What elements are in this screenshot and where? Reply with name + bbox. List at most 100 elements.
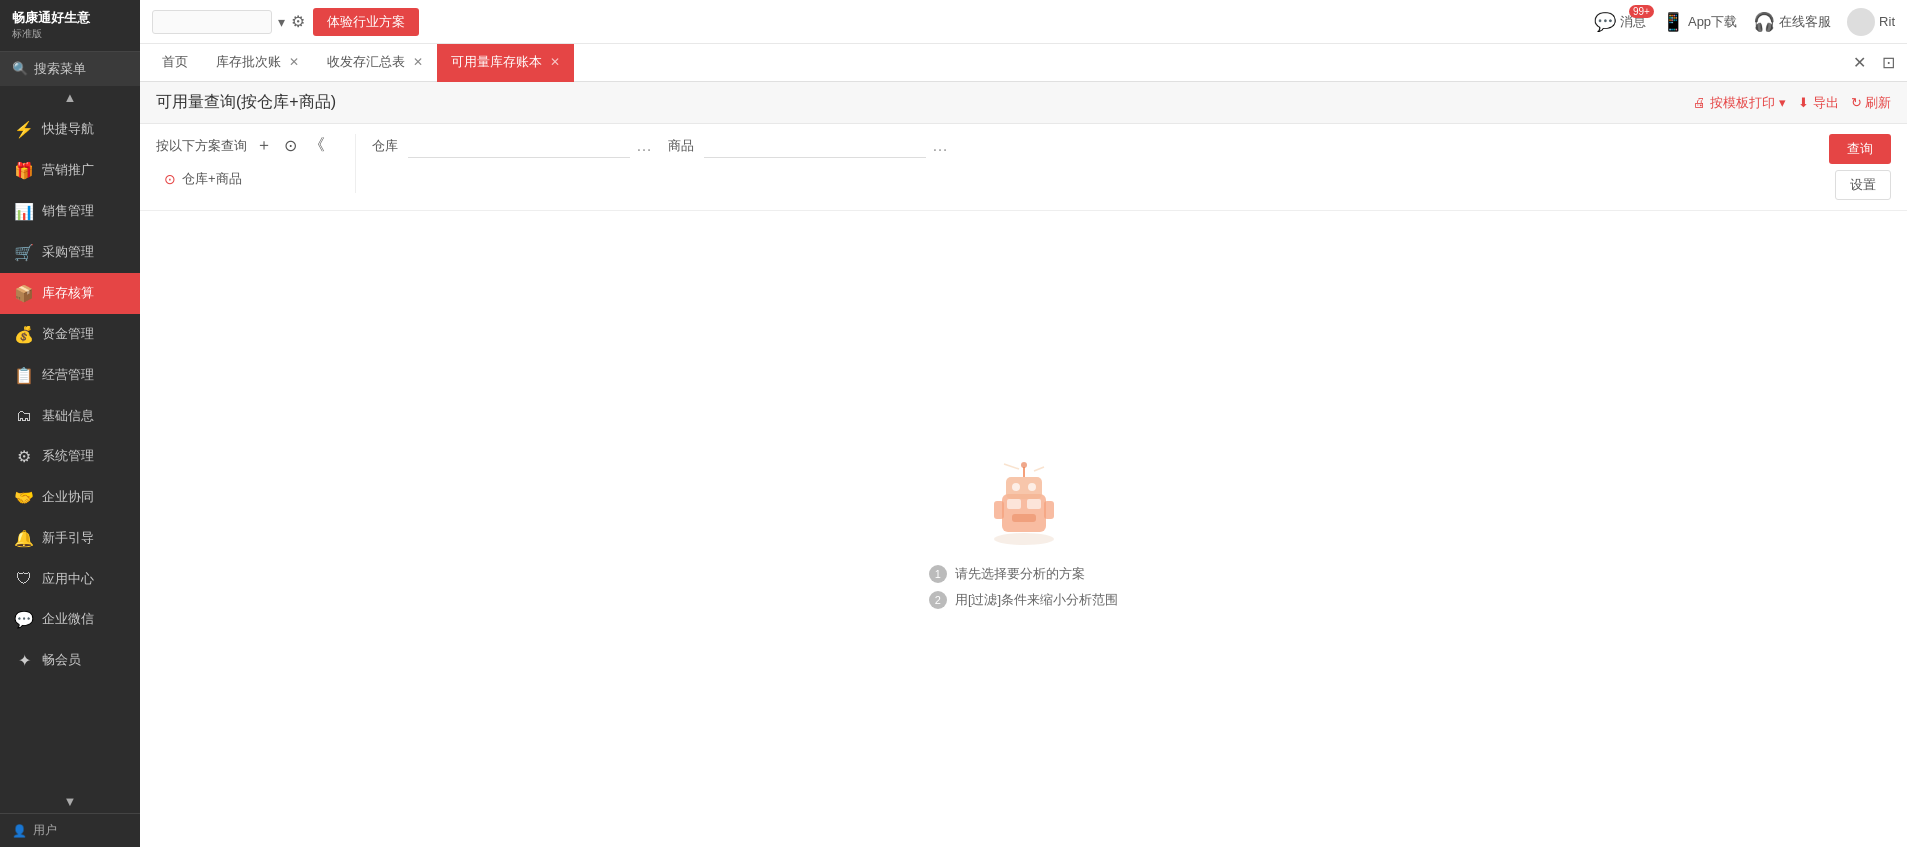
topbar-dropdown-btn[interactable] <box>278 14 285 30</box>
tabs-bar: 首页 库存批次账 ✕ 收发存汇总表 ✕ 可用量库存账本 ✕ ✕ ⊡ <box>140 44 1907 82</box>
sidebar-item-operation[interactable]: 📋 经营管理 <box>0 355 140 396</box>
tab-deposit-summary[interactable]: 收发存汇总表 ✕ <box>313 44 437 82</box>
sidebar-label-purchase: 采购管理 <box>42 243 94 261</box>
quick-nav-icon: ⚡ <box>14 120 34 139</box>
message-icon: 💬 <box>1594 11 1616 33</box>
sidebar-item-quick-nav[interactable]: ⚡ 快捷导航 <box>0 109 140 150</box>
sidebar-menu: ⚡ 快捷导航 🎁 营销推广 📊 销售管理 🛒 采购管理 📦 库存核算 💰 资金管… <box>0 109 140 790</box>
sidebar-item-inventory[interactable]: 📦 库存核算 <box>0 273 140 314</box>
sidebar-item-appcenter[interactable]: 🛡 应用中心 <box>0 559 140 599</box>
tab-deposit-summary-label: 收发存汇总表 <box>327 53 405 71</box>
arrow-up-icon <box>64 90 77 105</box>
sidebar-user[interactable]: 👤 用户 <box>0 813 140 847</box>
svg-line-12 <box>1004 464 1019 469</box>
warehouse-more-btn[interactable]: … <box>636 137 652 155</box>
sidebar-label-basic: 基础信息 <box>42 407 94 425</box>
empty-state: 1 请先选择要分析的方案 2 用[过滤]条件来缩小分析范围 <box>140 211 1907 847</box>
sidebar-item-cooperation[interactable]: 🤝 企业协同 <box>0 477 140 518</box>
sidebar-item-basic[interactable]: 🗂 基础信息 <box>0 396 140 436</box>
wechat-icon: 💬 <box>14 610 34 629</box>
tab-close-all-btn[interactable]: ✕ <box>1849 53 1870 72</box>
export-btn[interactable]: ⬇ 导出 <box>1798 94 1839 112</box>
user-avatar-icon: 👤 <box>12 824 27 838</box>
manage-scheme-btn[interactable]: ⊙ <box>281 135 300 156</box>
page-title: 可用量查询(按仓库+商品) <box>156 92 336 113</box>
print-icon: 🖨 <box>1693 95 1706 110</box>
filter-field-goods: 商品 … <box>668 134 948 158</box>
sidebar-username: 用户 <box>33 822 57 839</box>
trial-btn[interactable]: 体验行业方案 <box>313 8 419 36</box>
sidebar-label-guide: 新手引导 <box>42 529 94 547</box>
sidebar-scroll-down[interactable] <box>0 790 140 813</box>
add-scheme-btn[interactable]: ＋ <box>253 134 275 157</box>
system-icon: ⚙ <box>14 447 34 466</box>
svg-point-0 <box>994 533 1054 545</box>
empty-tip-2: 2 用[过滤]条件来缩小分析范围 <box>929 591 1118 609</box>
filter-scheme-panel: 按以下方案查询 ＋ ⊙ 《 ⊙ 仓库+商品 <box>156 134 356 193</box>
app-download-btn[interactable]: 📱 App下载 <box>1662 11 1737 33</box>
filter-goods-input[interactable] <box>704 134 926 158</box>
sidebar-item-sales[interactable]: 📊 销售管理 <box>0 191 140 232</box>
sidebar-label-sales: 销售管理 <box>42 202 94 220</box>
topbar-right: 💬 消息 99+ 📱 App下载 🎧 在线客服 Rit <box>1594 8 1895 36</box>
filter-goods-label: 商品 <box>668 137 698 155</box>
empty-tip-1: 1 请先选择要分析的方案 <box>929 565 1118 583</box>
app-version: 标准版 <box>12 27 128 41</box>
sidebar-item-guide[interactable]: 🔔 新手引导 <box>0 518 140 559</box>
svg-rect-2 <box>1007 499 1021 509</box>
collapse-scheme-btn[interactable]: 《 <box>306 134 328 157</box>
goods-more-btn[interactable]: … <box>932 137 948 155</box>
tip-text-1: 请先选择要分析的方案 <box>955 565 1085 583</box>
tab-window-controls: ✕ ⊡ <box>1849 53 1899 72</box>
sidebar-label-finance: 资金管理 <box>42 325 94 343</box>
sidebar-scroll-up[interactable] <box>0 86 140 109</box>
filter-warehouse-input[interactable] <box>408 134 630 158</box>
print-dropdown-icon: ▾ <box>1779 95 1786 110</box>
sidebar-item-marketing[interactable]: 🎁 营销推广 <box>0 150 140 191</box>
tab-maximize-btn[interactable]: ⊡ <box>1878 53 1899 72</box>
filter-scheme-label: 按以下方案查询 <box>156 137 247 155</box>
tab-batch-account[interactable]: 库存批次账 ✕ <box>202 44 313 82</box>
sidebar-label-cooperation: 企业协同 <box>42 488 94 506</box>
svg-line-13 <box>1034 467 1044 471</box>
refresh-btn[interactable]: ↻ 刷新 <box>1851 94 1891 112</box>
refresh-label: 刷新 <box>1865 94 1891 112</box>
query-btn[interactable]: 查询 <box>1829 134 1891 164</box>
user-avatar <box>1847 8 1875 36</box>
online-service-btn[interactable]: 🎧 在线客服 <box>1753 11 1831 33</box>
topbar-search-input[interactable] <box>152 10 272 34</box>
guide-icon: 🔔 <box>14 529 34 548</box>
print-btn[interactable]: 🖨 按模板打印 ▾ <box>1693 94 1786 112</box>
sidebar-label-quick-nav: 快捷导航 <box>42 120 94 138</box>
tab-deposit-summary-close[interactable]: ✕ <box>413 55 423 69</box>
tab-home[interactable]: 首页 <box>148 44 202 82</box>
sidebar-label-appcenter: 应用中心 <box>42 570 94 588</box>
operation-icon: 📋 <box>14 366 34 385</box>
user-profile-btn[interactable]: Rit <box>1847 8 1895 36</box>
scheme-item-warehouse-goods[interactable]: ⊙ 仓库+商品 <box>156 165 345 193</box>
topbar-gear-icon[interactable]: ⚙ <box>291 12 305 31</box>
tab-available-qty-close[interactable]: ✕ <box>550 55 560 69</box>
filter-field-warehouse: 仓库 … <box>372 134 652 158</box>
tab-available-qty[interactable]: 可用量库存账本 ✕ <box>437 44 574 82</box>
svg-rect-4 <box>1012 514 1036 522</box>
svg-rect-5 <box>994 501 1004 519</box>
filter-row: 仓库 … 商品 … <box>372 134 1821 158</box>
topbar-search-area: ⚙ <box>152 10 305 34</box>
scheme-item-label: 仓库+商品 <box>182 170 242 188</box>
page-header: 可用量查询(按仓库+商品) 🖨 按模板打印 ▾ ⬇ 导出 ↻ 刷新 <box>140 82 1907 124</box>
sidebar-item-vip[interactable]: ✦ 畅会员 <box>0 640 140 681</box>
search-icon: 🔍 <box>12 61 28 76</box>
sidebar-item-finance[interactable]: 💰 资金管理 <box>0 314 140 355</box>
sidebar-search[interactable]: 🔍 搜索菜单 <box>0 52 140 86</box>
message-btn[interactable]: 💬 消息 99+ <box>1594 11 1646 33</box>
sidebar-item-wechat[interactable]: 💬 企业微信 <box>0 599 140 640</box>
online-service-icon: 🎧 <box>1753 11 1775 33</box>
finance-icon: 💰 <box>14 325 34 344</box>
sidebar-item-system[interactable]: ⚙ 系统管理 <box>0 436 140 477</box>
cooperation-icon: 🤝 <box>14 488 34 507</box>
app-name: 畅康通好生意 <box>12 10 128 27</box>
sidebar-item-purchase[interactable]: 🛒 采购管理 <box>0 232 140 273</box>
filter-settings-btn[interactable]: 设置 <box>1835 170 1891 200</box>
tab-batch-account-close[interactable]: ✕ <box>289 55 299 69</box>
